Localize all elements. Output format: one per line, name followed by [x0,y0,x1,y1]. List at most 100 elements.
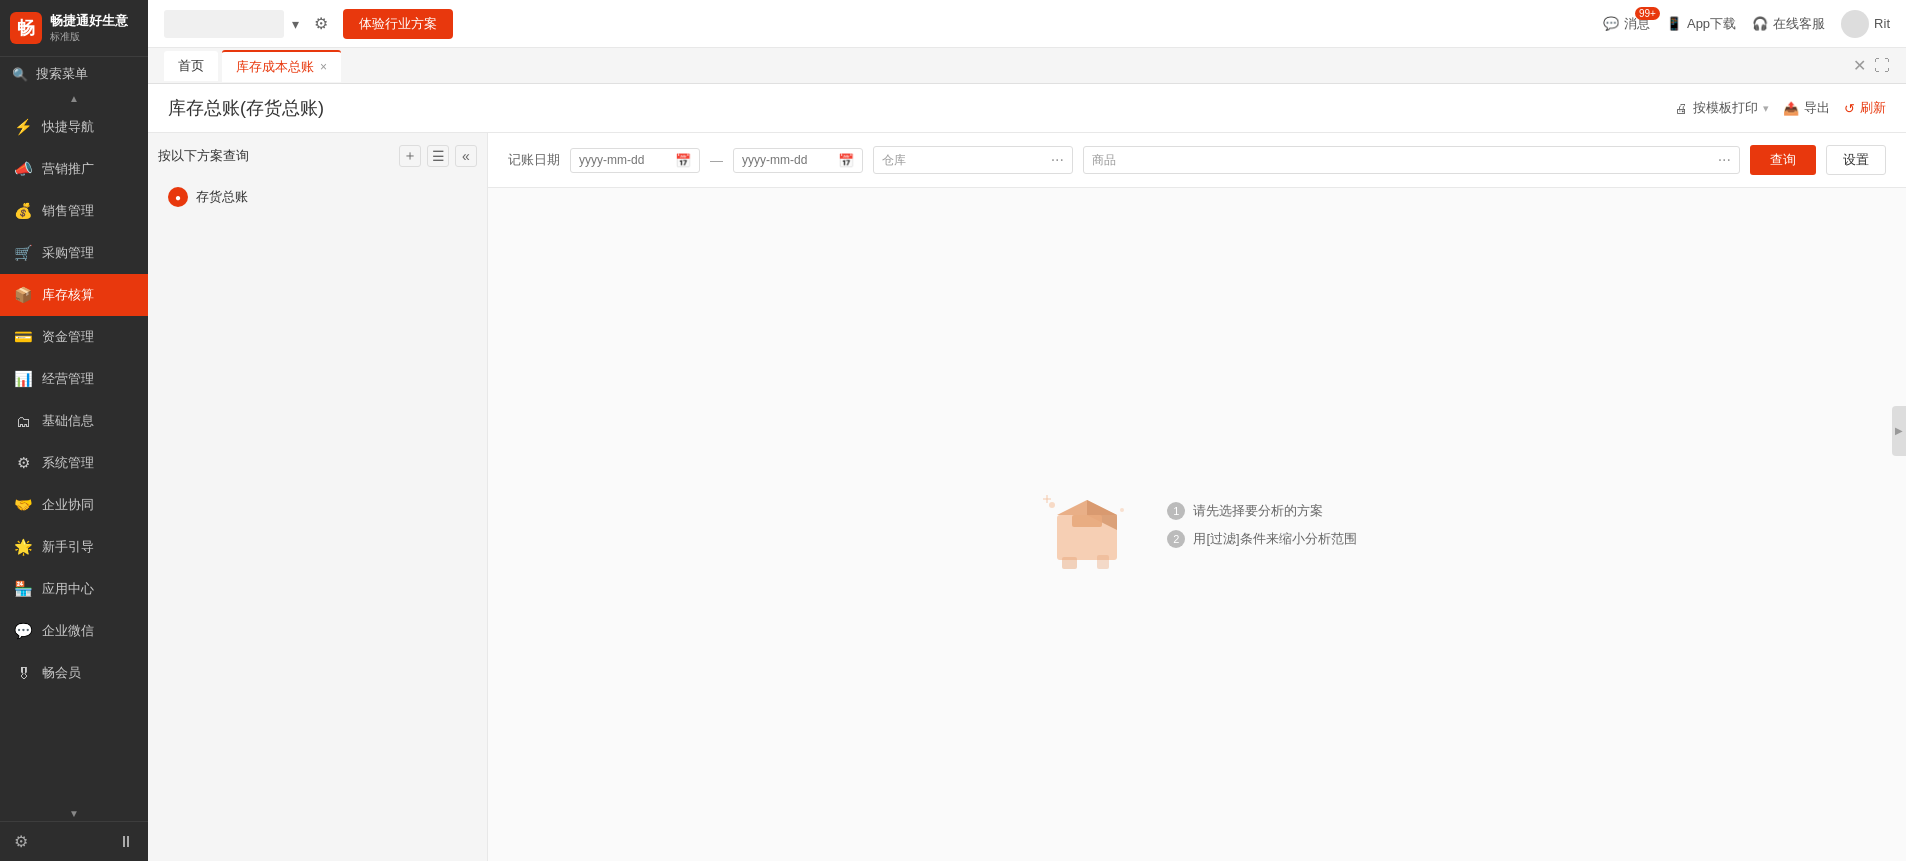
sidebar-item-finance[interactable]: 💳 资金管理 [0,316,148,358]
enterprise-icon: 🤝 [14,496,32,514]
logo-main-text: 畅捷通好生意 [50,12,128,30]
breadcrumb [164,10,284,38]
sidebar-item-appcenter[interactable]: 🏪 应用中心 [0,568,148,610]
content-area: 1 请先选择要分析的方案 2 用[过滤]条件来缩小分析范围 [488,188,1906,861]
system-icon: ⚙ [14,454,32,472]
calendar-end-icon: 📅 [838,153,854,168]
toggle-icon: ▶ [1894,425,1905,436]
user-area[interactable]: Rit [1841,10,1890,38]
tip-row-2: 2 用[过滤]条件来缩小分析范围 [1167,530,1356,548]
wechat-label: 企业微信 [42,622,94,640]
date-separator: — [710,153,723,168]
logo-area: 畅 畅捷通好生意 标准版 [0,0,148,57]
inventory-icon: 📦 [14,286,32,304]
query-button[interactable]: 查询 [1750,145,1816,175]
close-panel-icon[interactable]: ✕ [1853,56,1866,75]
sidebar-bottom: ⚙ ⏸ [0,821,148,861]
message-action[interactable]: 💬 消息 99+ [1603,15,1650,33]
right-panel: 记账日期 📅 — 📅 仓库 ··· [488,133,1906,861]
sidebar: 畅 畅捷通好生意 标准版 🔍 搜索菜单 ▲ ⚡ 快捷导航 📣 营销推广 💰 销售… [0,0,148,861]
product-selector[interactable]: 商品 ··· [1083,146,1740,174]
app-download-label: App下载 [1687,15,1736,33]
scroll-up[interactable]: ▲ [0,91,148,106]
sidebar-item-operations[interactable]: 📊 经营管理 [0,358,148,400]
sidebar-search[interactable]: 🔍 搜索菜单 [0,57,148,91]
operations-icon: 📊 [14,370,32,388]
empty-tips: 1 请先选择要分析的方案 2 用[过滤]条件来缩小分析范围 [1167,502,1356,548]
member-icon: 🎖 [14,664,32,682]
date-start-input[interactable]: 📅 [570,148,700,173]
sidebar-item-inventory[interactable]: 📦 库存核算 [0,274,148,316]
dropdown-icon[interactable]: ▾ [292,16,299,32]
app-download-action[interactable]: 📱 App下载 [1666,15,1736,33]
scheme-icon: ● [168,187,188,207]
logo-icon: 畅 [10,12,42,44]
product-placeholder: 商品 [1092,152,1116,169]
page-body: 按以下方案查询 ＋ ☰ « ● 存货总账 记账日期 [148,133,1906,861]
quicknav-label: 快捷导航 [42,118,94,136]
date-end-field[interactable] [742,153,832,167]
warehouse-selector[interactable]: 仓库 ··· [873,146,1073,174]
collapse-icon[interactable]: ⏸ [118,833,134,851]
sidebar-item-basic[interactable]: 🗂 基础信息 [0,400,148,442]
date-start-field[interactable] [579,153,669,167]
basic-icon: 🗂 [14,412,32,430]
sidebar-item-enterprise[interactable]: 🤝 企业协同 [0,484,148,526]
sidebar-item-system[interactable]: ⚙ 系统管理 [0,442,148,484]
app-download-icon: 📱 [1666,16,1682,31]
scroll-down[interactable]: ▼ [0,806,148,821]
finance-icon: 💳 [14,328,32,346]
export-label: 导出 [1804,99,1830,117]
settings-icon[interactable]: ⚙ [14,832,28,851]
enterprise-label: 企业协同 [42,496,94,514]
sales-icon: 💰 [14,202,32,220]
finance-label: 资金管理 [42,328,94,346]
print-icon: 🖨 [1675,101,1688,116]
tip-text-2: 用[过滤]条件来缩小分析范围 [1193,530,1356,548]
sidebar-item-wechat[interactable]: 💬 企业微信 [0,610,148,652]
home-tab-label: 首页 [178,57,204,75]
online-service-action[interactable]: 🎧 在线客服 [1752,15,1825,33]
sidebar-item-purchase[interactable]: 🛒 采购管理 [0,232,148,274]
refresh-btn[interactable]: ↺ 刷新 [1844,99,1886,117]
tab-inventory-ledger[interactable]: 库存成本总账 × [222,50,341,82]
tab-home[interactable]: 首页 [164,51,218,81]
warehouse-more-icon: ··· [1051,151,1064,169]
user-name: Rit [1874,16,1890,31]
page-title: 库存总账(存货总账) [168,96,324,120]
appcenter-icon: 🏪 [14,580,32,598]
system-label: 系统管理 [42,454,94,472]
export-btn[interactable]: 📤 导出 [1783,99,1830,117]
marketing-label: 营销推广 [42,160,94,178]
sidebar-item-member[interactable]: 🎖 畅会员 [0,652,148,694]
sidebar-item-marketing[interactable]: 📣 营销推广 [0,148,148,190]
marketing-icon: 📣 [14,160,32,178]
sales-label: 销售管理 [42,202,94,220]
tab-close-icon[interactable]: × [320,61,327,73]
print-btn[interactable]: 🖨 按模板打印 ▾ [1675,99,1769,117]
tip-num-2: 2 [1167,530,1185,548]
sidebar-item-newbie[interactable]: 🌟 新手引导 [0,526,148,568]
sidebar-item-quicknav[interactable]: ⚡ 快捷导航 [0,106,148,148]
expand-icon[interactable]: ⛶ [1874,57,1890,75]
topbar-right: 💬 消息 99+ 📱 App下载 🎧 在线客服 Rit [1603,10,1890,38]
refresh-label: 刷新 [1860,99,1886,117]
page-content-wrapper: 库存总账(存货总账) 🖨 按模板打印 ▾ 📤 导出 ↺ 刷新 [148,84,1906,861]
industry-btn[interactable]: 体验行业方案 [343,9,453,39]
collapse-filter-btn[interactable]: « [455,145,477,167]
sidebar-item-sales[interactable]: 💰 销售管理 [0,190,148,232]
gear-icon[interactable]: ⚙ [307,10,335,38]
settings-button[interactable]: 设置 [1826,145,1886,175]
tip-num-1: 1 [1167,502,1185,520]
filter-sidebar: 按以下方案查询 ＋ ☰ « ● 存货总账 [148,133,488,861]
top-bar: ▾ ⚙ 体验行业方案 💬 消息 99+ 📱 App下载 🎧 在线客服 Rit [148,0,1906,48]
side-toggle[interactable]: ▶ [1892,406,1906,456]
newbie-icon: 🌟 [14,538,32,556]
inventory-label: 库存核算 [42,286,94,304]
scheme-item-inventory[interactable]: ● 存货总账 [158,179,477,215]
add-scheme-btn[interactable]: ＋ [399,145,421,167]
product-more-icon: ··· [1718,151,1731,169]
manage-scheme-btn[interactable]: ☰ [427,145,449,167]
date-end-input[interactable]: 📅 [733,148,863,173]
headset-icon: 🎧 [1752,16,1768,31]
